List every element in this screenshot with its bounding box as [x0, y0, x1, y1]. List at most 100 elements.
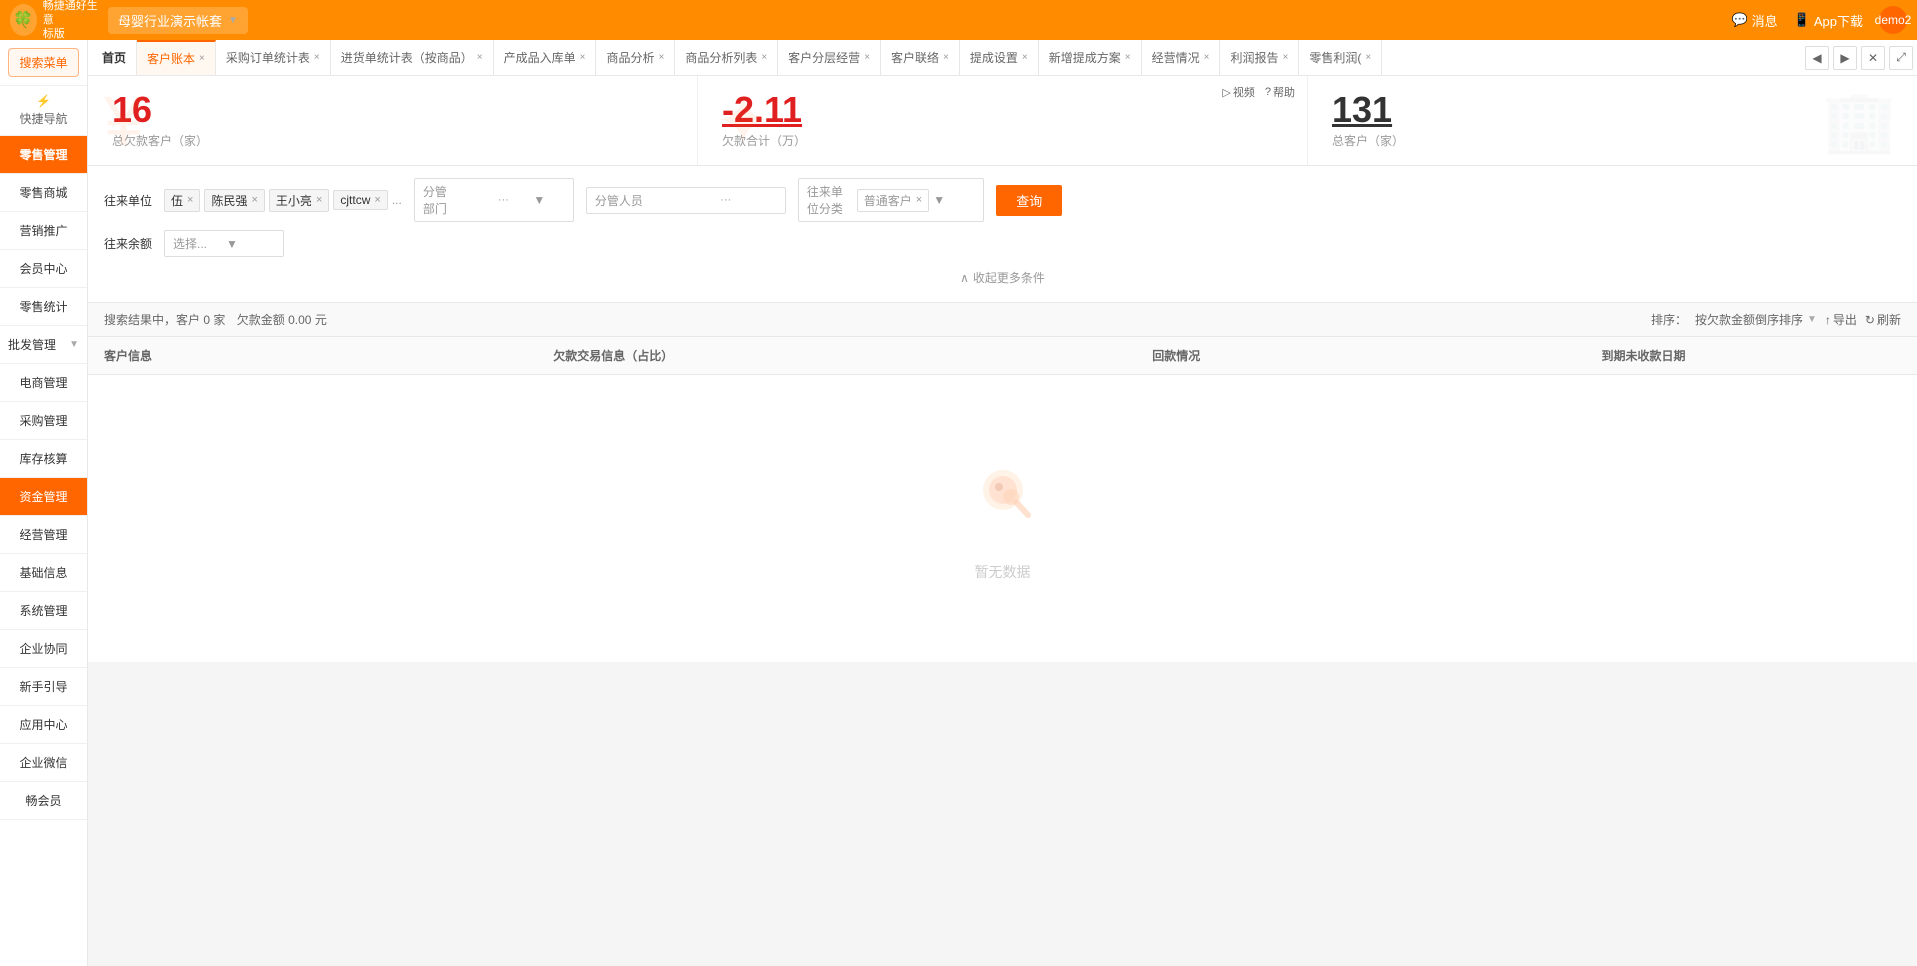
sidebar-item-vip-member[interactable]: 畅会员 [0, 782, 87, 820]
debt-amount-value: 0.00 [288, 313, 311, 327]
sidebar-item-inventory[interactable]: 库存核算 [0, 440, 87, 478]
tab-operations-status-close[interactable]: × [1204, 52, 1210, 63]
unit-category-filter[interactable]: 往来单位分类 普通客户 × ▼ [798, 178, 984, 222]
filter-tag-cjttcw-remove[interactable]: × [374, 195, 380, 206]
tab-retail-profit-close[interactable]: × [1365, 52, 1371, 63]
filter-tag-wang: 王小亮 × [269, 189, 329, 212]
tab-product-analysis[interactable]: 商品分析 × [596, 40, 675, 76]
empty-svg-icon [963, 455, 1043, 535]
user-avatar[interactable]: demo2 [1879, 6, 1907, 34]
filter-tag-normal-customer-text: 普通客户 [864, 192, 912, 209]
sidebar-item-new-guide[interactable]: 新手引导 [0, 668, 87, 706]
tab-operations-status[interactable]: 经营情况 × [1142, 40, 1221, 76]
sidebar-item-retail-mgmt[interactable]: 零售管理 [0, 136, 87, 174]
tab-customer-segment[interactable]: 客户分层经营 × [778, 40, 881, 76]
sidebar: 搜索菜单 ⚡ 快捷导航 零售管理 零售商城 营销推广 会员中心 [0, 40, 88, 966]
video-label: 视频 [1233, 84, 1255, 100]
tab-promotion-settings[interactable]: 提成设置 × [960, 40, 1039, 76]
help-button[interactable]: ? 帮助 [1265, 84, 1295, 100]
sidebar-search-area: 搜索菜单 [0, 40, 87, 86]
tab-customer-ledger[interactable]: 客户账本 × [137, 40, 216, 76]
tab-promotion-settings-close[interactable]: × [1022, 52, 1028, 63]
tab-product-analysis-list-label: 商品分析列表 [685, 49, 757, 66]
tabs-close-all-button[interactable]: ✕ [1861, 46, 1885, 70]
sidebar-item-app-center[interactable]: 应用中心 [0, 706, 87, 744]
tab-profit-report[interactable]: 利润报告 × [1220, 40, 1299, 76]
person-filter-select[interactable]: 分管人员 ··· [586, 187, 786, 214]
sidebar-item-enterprise-wechat[interactable]: 企业微信 [0, 744, 87, 782]
tab-retail-profit[interactable]: 零售利润( × [1299, 40, 1382, 76]
sidebar-item-members[interactable]: 会员中心 [0, 250, 87, 288]
video-button[interactable]: ▷ 视频 [1222, 84, 1254, 100]
tab-new-promotion[interactable]: 新增提成方案 × [1039, 40, 1142, 76]
quick-nav-icon: ⚡ [36, 94, 51, 108]
dept-more-btn[interactable]: ··· [498, 194, 530, 206]
wholesale-chevron-icon: ▼ [69, 339, 79, 350]
sidebar-item-ecommerce[interactable]: 电商管理 [0, 364, 87, 402]
filter-tag-wang-remove[interactable]: × [316, 195, 322, 206]
tabs-prev-button[interactable]: ◀ [1805, 46, 1829, 70]
tab-customer-ledger-close[interactable]: × [199, 53, 205, 64]
workspace-name: 母婴行业演示帐套 [118, 11, 222, 30]
tab-home[interactable]: 首页 [92, 40, 137, 76]
filter-area: 往来单位 伍 × 陈民强 × 王小亮 [88, 166, 1917, 303]
sidebar-operations-label: 经营管理 [19, 526, 67, 543]
tab-customer-contact[interactable]: 客户联络 × [881, 40, 960, 76]
sidebar-item-finance[interactable]: 资金管理 [0, 478, 87, 516]
tab-customer-segment-close[interactable]: × [864, 52, 870, 63]
quick-nav-button[interactable]: ⚡ 快捷导航 [8, 94, 79, 127]
sidebar-item-wholesale-mgmt[interactable]: 批发管理 ▼ [0, 326, 87, 364]
tabs-next-button[interactable]: ▶ [1833, 46, 1857, 70]
refresh-button[interactable]: ↻ 刷新 [1865, 311, 1901, 328]
sidebar-item-sys-mgmt[interactable]: 系统管理 [0, 592, 87, 630]
tab-purchase-order-stats-close[interactable]: × [314, 52, 320, 63]
workspace-selector[interactable]: 母婴行业演示帐套 ▼ [108, 7, 248, 34]
search-menu-button[interactable]: 搜索菜单 [8, 48, 79, 77]
sort-label: 排序： [1651, 311, 1687, 328]
app-download-button[interactable]: 📱 App下载 [1794, 11, 1863, 30]
tab-new-promotion-close[interactable]: × [1125, 52, 1131, 63]
logo-text: 畅捷通好生意 标版 [43, 0, 98, 41]
tab-purchase-order-stats[interactable]: 采购订单统计表 × [216, 40, 331, 76]
tab-customer-contact-label: 客户联络 [891, 49, 939, 66]
tab-inbound-stats[interactable]: 进货单统计表（按商品） × [331, 40, 494, 76]
dept-filter-select[interactable]: 分管部门 ··· ▼ [414, 178, 574, 222]
tabs-maximize-button[interactable]: ⤢ [1889, 46, 1913, 70]
stat-item-debt: ✦ ▷ 视频 ? 帮助 -2.11 [698, 76, 1308, 165]
balance-filter-select[interactable]: 选择... ▼ [164, 230, 284, 257]
filter-more-tags[interactable]: ... [392, 193, 402, 207]
page-content: ¥ 16 总欠款客户（家） ✦ ▷ 视频 [88, 76, 1917, 966]
export-button[interactable]: ↑ 导出 [1825, 311, 1857, 328]
sort-selector[interactable]: 按欠款金额倒序排序 ▼ [1695, 311, 1817, 328]
sidebar-item-basic-info[interactable]: 基础信息 [0, 554, 87, 592]
sidebar-item-purchase-mgmt[interactable]: 采购管理 [0, 402, 87, 440]
stats-bar: ¥ 16 总欠款客户（家） ✦ ▷ 视频 [88, 76, 1917, 166]
sidebar-enterprise-coop-label: 企业协同 [19, 640, 67, 657]
filter-tag-wu-remove[interactable]: × [187, 195, 193, 206]
sidebar-item-retail-stats[interactable]: 零售统计 [0, 288, 87, 326]
tab-production-inbound[interactable]: 产成品入库单 × [494, 40, 597, 76]
empty-state: 暂无数据 [88, 375, 1917, 662]
tab-product-analysis-list[interactable]: 商品分析列表 × [675, 40, 778, 76]
tab-product-analysis-list-close[interactable]: × [761, 52, 767, 63]
video-icon: ▷ [1222, 86, 1230, 99]
sidebar-item-marketing[interactable]: 营销推广 [0, 212, 87, 250]
tab-production-inbound-close[interactable]: × [580, 52, 586, 63]
collapse-button[interactable]: ∧ 收起更多条件 [952, 265, 1053, 290]
results-bar: 搜索结果中，客户 0 家 欠款金额 0.00 元 排序： 按欠款金额倒序排序 [88, 303, 1917, 337]
person-more-btn[interactable]: ··· [720, 194, 777, 206]
filter-tag-normal-customer-remove[interactable]: × [916, 195, 922, 206]
message-button[interactable]: 💬 消息 [1731, 11, 1777, 30]
sidebar-marketing-label: 营销推广 [19, 222, 67, 239]
quick-nav-area: ⚡ 快捷导航 [0, 86, 87, 136]
sidebar-item-enterprise-coop[interactable]: 企业协同 [0, 630, 87, 668]
sidebar-item-operations[interactable]: 经营管理 [0, 516, 87, 554]
sidebar-item-retail-mall[interactable]: 零售商城 [0, 174, 87, 212]
tab-product-analysis-close[interactable]: × [658, 52, 664, 63]
filter-tag-chen-remove[interactable]: × [251, 195, 257, 206]
logo-line1: 畅捷通好生意 [43, 0, 98, 27]
tab-customer-contact-close[interactable]: × [943, 52, 949, 63]
tab-profit-report-close[interactable]: × [1282, 52, 1288, 63]
query-button[interactable]: 查询 [996, 185, 1062, 216]
tab-inbound-stats-close[interactable]: × [477, 52, 483, 63]
